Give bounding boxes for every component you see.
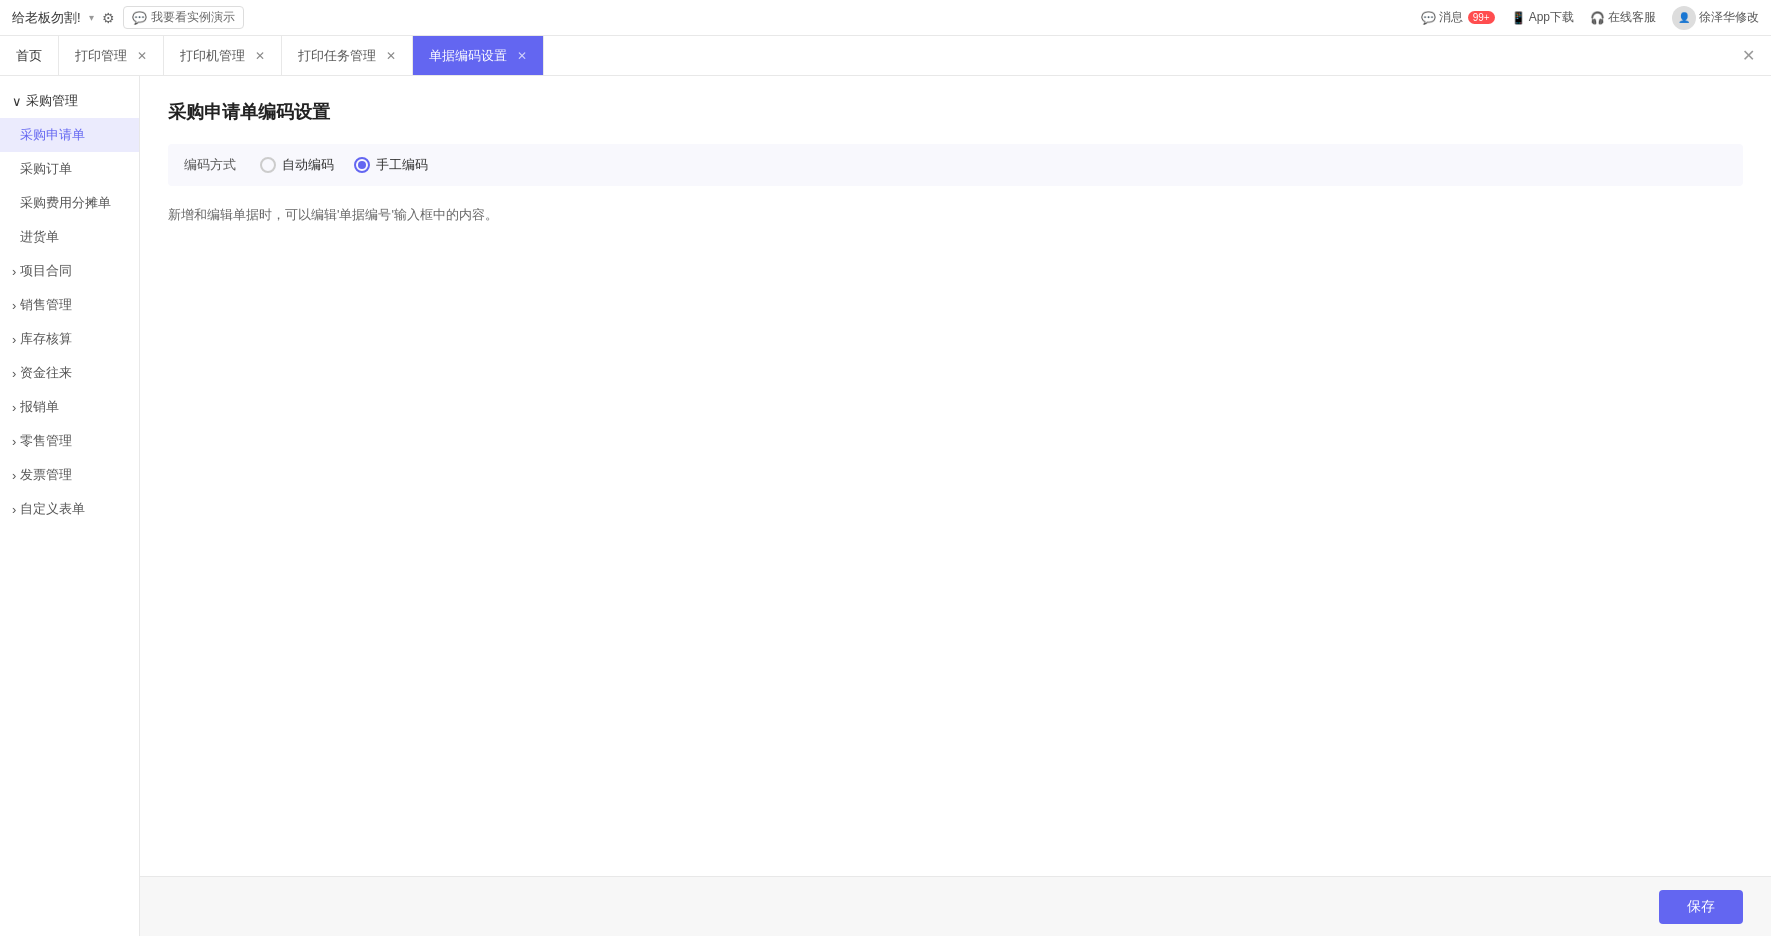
content-footer: 保存 xyxy=(140,876,1771,936)
app-icon: 📱 xyxy=(1511,11,1526,25)
expand-icon: › xyxy=(12,434,16,449)
tab-print-task-mgmt[interactable]: 打印任务管理 ✕ xyxy=(282,36,413,75)
sidebar-item-purchase-request[interactable]: 采购申请单 xyxy=(0,118,139,152)
tab-close-printer-mgmt[interactable]: ✕ xyxy=(255,49,265,63)
encode-setting-row: 编码方式 自动编码 手工编码 xyxy=(168,144,1743,186)
sidebar: ∨ 采购管理 采购申请单 采购订单 采购费用分摊单 进货单 › 项目合同 › 销… xyxy=(0,76,140,936)
sidebar-group-project-contract[interactable]: › 项目合同 xyxy=(0,254,139,288)
brand-dropdown-icon[interactable]: ▾ xyxy=(89,12,94,23)
main-layout: ∨ 采购管理 采购申请单 采购订单 采购费用分摊单 进货单 › 项目合同 › 销… xyxy=(0,76,1771,936)
tab-barcode-setting[interactable]: 单据编码设置 ✕ xyxy=(413,36,544,75)
message-badge: 99+ xyxy=(1468,11,1495,24)
avatar: 👤 xyxy=(1672,6,1696,30)
encode-label: 编码方式 xyxy=(184,156,236,174)
close-all-tabs-button[interactable]: ✕ xyxy=(1726,36,1771,75)
expand-icon: › xyxy=(12,264,16,279)
sidebar-group-refund[interactable]: › 报销单 xyxy=(0,390,139,424)
top-bar: 给老板勿割! ▾ ⚙ 我要看实例演示 💬 消息 99+ 📱 App下载 🎧 在线… xyxy=(0,0,1771,36)
sidebar-group-finance[interactable]: › 资金往来 xyxy=(0,356,139,390)
online-service-button[interactable]: 🎧 在线客服 xyxy=(1590,9,1656,26)
content-area: 采购申请单编码设置 编码方式 自动编码 手工编码 新增和编辑单据时，可 xyxy=(140,76,1771,936)
radio-group: 自动编码 手工编码 xyxy=(260,156,428,174)
page-title: 采购申请单编码设置 xyxy=(168,100,1743,124)
tab-home[interactable]: 首页 xyxy=(0,36,59,75)
sidebar-item-purchase-expense[interactable]: 采购费用分摊单 xyxy=(0,186,139,220)
brand-label: 给老板勿割! xyxy=(12,9,81,27)
message-icon: 💬 xyxy=(1421,11,1436,25)
tab-printer-mgmt[interactable]: 打印机管理 ✕ xyxy=(164,36,282,75)
radio-manual[interactable]: 手工编码 xyxy=(354,156,428,174)
sidebar-group-inventory[interactable]: › 库存核算 xyxy=(0,322,139,356)
expand-icon: › xyxy=(12,468,16,483)
sidebar-group-retail-mgmt[interactable]: › 零售管理 xyxy=(0,424,139,458)
tab-close-print-mgmt[interactable]: ✕ xyxy=(137,49,147,63)
sidebar-group-sales-mgmt[interactable]: › 销售管理 xyxy=(0,288,139,322)
collapse-icon: ∨ xyxy=(12,94,22,109)
tab-close-print-task-mgmt[interactable]: ✕ xyxy=(386,49,396,63)
content-main: 采购申请单编码设置 编码方式 自动编码 手工编码 新增和编辑单据时，可 xyxy=(140,76,1771,876)
sidebar-group-custom-form[interactable]: › 自定义表单 xyxy=(0,492,139,526)
sidebar-item-purchase-order[interactable]: 采购订单 xyxy=(0,152,139,186)
demo-link[interactable]: 我要看实例演示 xyxy=(123,6,244,29)
radio-manual-circle[interactable] xyxy=(354,157,370,173)
sidebar-item-stock-in[interactable]: 进货单 xyxy=(0,220,139,254)
message-button[interactable]: 💬 消息 99+ xyxy=(1421,9,1495,26)
expand-icon: › xyxy=(12,298,16,313)
user-avatar-button[interactable]: 👤 徐泽华修改 xyxy=(1672,6,1759,30)
save-button[interactable]: 保存 xyxy=(1659,890,1743,924)
expand-icon: › xyxy=(12,502,16,517)
tab-print-mgmt[interactable]: 打印管理 ✕ xyxy=(59,36,164,75)
app-download-button[interactable]: 📱 App下载 xyxy=(1511,9,1574,26)
radio-auto-circle[interactable] xyxy=(260,157,276,173)
sidebar-group-purchase-mgmt[interactable]: ∨ 采购管理 xyxy=(0,84,139,118)
tab-bar: 首页 打印管理 ✕ 打印机管理 ✕ 打印任务管理 ✕ 单据编码设置 ✕ ✕ xyxy=(0,36,1771,76)
service-icon: 🎧 xyxy=(1590,11,1605,25)
tab-close-barcode-setting[interactable]: ✕ xyxy=(517,49,527,63)
sidebar-group-invoice-mgmt[interactable]: › 发票管理 xyxy=(0,458,139,492)
hint-text: 新增和编辑单据时，可以编辑'单据编号'输入框中的内容。 xyxy=(168,206,1743,224)
expand-icon: › xyxy=(12,332,16,347)
expand-icon: › xyxy=(12,400,16,415)
radio-auto[interactable]: 自动编码 xyxy=(260,156,334,174)
expand-icon: › xyxy=(12,366,16,381)
gear-icon[interactable]: ⚙ xyxy=(102,10,115,26)
